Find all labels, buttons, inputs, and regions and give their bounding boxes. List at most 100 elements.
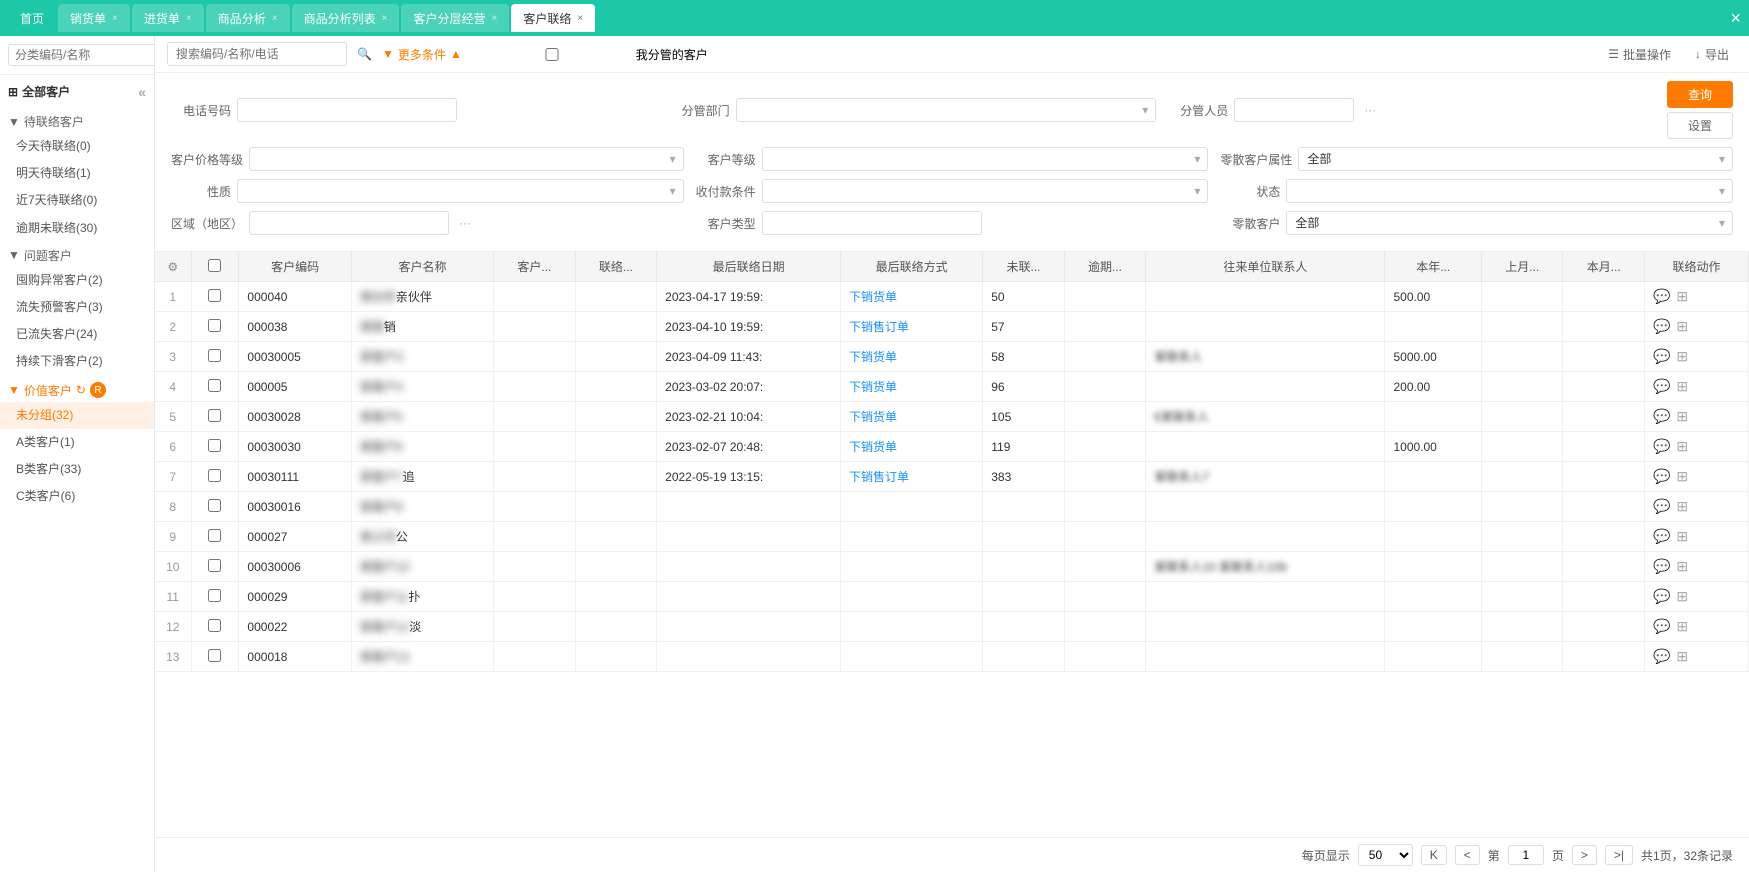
sidebar-item-7days[interactable]: 近7天待联络(0) (0, 187, 154, 214)
cell-checkbox[interactable] (191, 642, 239, 672)
cell-name[interactable]: 某销销 (351, 312, 493, 342)
gear-icon[interactable]: ⚙ (167, 260, 178, 274)
row-checkbox[interactable] (208, 319, 221, 332)
message-icon[interactable]: 💬 (1653, 498, 1670, 515)
cell-checkbox[interactable] (191, 342, 239, 372)
grid-action-icon[interactable]: ⊞ (1676, 288, 1688, 305)
message-icon[interactable]: 💬 (1653, 648, 1670, 665)
grid-action-icon[interactable]: ⊞ (1676, 318, 1688, 335)
grid-action-icon[interactable]: ⊞ (1676, 648, 1688, 665)
message-icon[interactable]: 💬 (1653, 438, 1670, 455)
select-all-checkbox[interactable] (208, 259, 221, 272)
sidebar-item-ungroup[interactable]: 未分组(32) (0, 402, 154, 429)
message-icon[interactable]: 💬 (1653, 528, 1670, 545)
tab-customer-tier-close[interactable]: × (491, 13, 497, 24)
grid-action-icon[interactable]: ⊞ (1676, 558, 1688, 575)
query-button[interactable]: 查询 (1667, 81, 1733, 108)
cell-last-method[interactable]: 下销货单 (841, 432, 983, 462)
customer-tier-select[interactable] (762, 147, 1209, 171)
status-select[interactable] (1286, 179, 1733, 203)
staff-input[interactable] (1234, 98, 1354, 122)
last-method-link[interactable]: 下销货单 (849, 440, 897, 454)
grid-action-icon[interactable]: ⊞ (1676, 528, 1688, 545)
sidebar-item-class-c[interactable]: C类客户(6) (0, 483, 154, 510)
message-icon[interactable]: 💬 (1653, 618, 1670, 635)
grid-action-icon[interactable]: ⊞ (1676, 378, 1688, 395)
grid-action-icon[interactable]: ⊞ (1676, 618, 1688, 635)
cell-last-method[interactable]: 下销货单 (841, 372, 983, 402)
cell-checkbox[interactable] (191, 522, 239, 552)
tab-sales[interactable]: 销货单 × (58, 4, 130, 32)
retail-attr-select[interactable]: 全部 (1298, 147, 1733, 171)
last-method-link[interactable]: 下销售订单 (849, 470, 909, 484)
first-page-btn[interactable]: K (1421, 845, 1447, 865)
cell-last-method[interactable] (841, 492, 983, 522)
row-checkbox[interactable] (208, 559, 221, 572)
last-page-btn[interactable]: >| (1605, 845, 1633, 865)
grid-action-icon[interactable]: ⊞ (1676, 438, 1688, 455)
grid-action-icon[interactable]: ⊞ (1676, 468, 1688, 485)
message-icon[interactable]: 💬 (1653, 348, 1670, 365)
grid-action-icon[interactable]: ⊞ (1676, 348, 1688, 365)
more-conditions-btn[interactable]: ▼ 更多条件 ▲ (382, 46, 462, 63)
sidebar-item-declining[interactable]: 持续下滑客户(2) (0, 348, 154, 375)
set-button[interactable]: 设置 (1667, 112, 1733, 139)
sidebar-search-input[interactable] (8, 44, 155, 66)
last-method-link[interactable]: 下销货单 (849, 350, 897, 364)
cell-name[interactable]: 某客户3 (351, 342, 493, 372)
cell-last-method[interactable] (841, 522, 983, 552)
tab-customer-contact[interactable]: 客户联络 × (511, 4, 595, 32)
sidebar-item-churn-warning[interactable]: 流失预警客户(3) (0, 294, 154, 321)
export-btn[interactable]: ↓ 导出 (1687, 43, 1737, 66)
customer-type-input[interactable] (762, 211, 982, 235)
prev-page-btn[interactable]: < (1455, 845, 1480, 865)
cell-last-method[interactable]: 下销货单 (841, 342, 983, 372)
cell-name[interactable]: 某客户8 (351, 492, 493, 522)
row-checkbox[interactable] (208, 589, 221, 602)
my-customers-checkbox[interactable]: 我分管的客户 (472, 46, 708, 63)
cell-name[interactable]: 某客户5 (351, 402, 493, 432)
last-method-link[interactable]: 下销货单 (849, 410, 897, 424)
tab-home[interactable]: 首页 (8, 4, 56, 32)
sidebar-group-problem[interactable]: ▼ 问题客户 (0, 242, 154, 267)
cell-checkbox[interactable] (191, 462, 239, 492)
tab-sales-close[interactable]: × (112, 13, 118, 24)
sidebar-group-pending[interactable]: ▼ 待联络客户 (0, 108, 154, 133)
cell-name[interactable]: 某客户11扑 (351, 582, 493, 612)
tab-customer-tier[interactable]: 客户分层经营 × (401, 4, 509, 32)
tab-goods-analysis-close[interactable]: × (272, 13, 278, 24)
cell-name[interactable]: 某客户13 (351, 642, 493, 672)
tab-goods-analysis-list[interactable]: 商品分析列表 × (292, 4, 400, 32)
cell-last-method[interactable]: 下销货单 (841, 402, 983, 432)
tab-goods-list-close[interactable]: × (382, 13, 388, 24)
row-checkbox[interactable] (208, 349, 221, 362)
my-customers-check[interactable] (472, 48, 632, 61)
batch-ops-btn[interactable]: ☰ 批量操作 (1600, 43, 1679, 66)
last-method-link[interactable]: 下销售订单 (849, 320, 909, 334)
tab-goods-analysis[interactable]: 商品分析 × (206, 4, 290, 32)
row-checkbox[interactable] (208, 469, 221, 482)
cell-name[interactable]: 某客户12淡 (351, 612, 493, 642)
cell-name[interactable]: 某伙伴亲伙伴 (351, 282, 493, 312)
message-icon[interactable]: 💬 (1653, 288, 1670, 305)
cell-checkbox[interactable] (191, 492, 239, 522)
region-more-icon[interactable]: ··· (455, 216, 475, 230)
message-icon[interactable]: 💬 (1653, 408, 1670, 425)
search-icon[interactable]: 🔍 (357, 47, 372, 61)
payment-select[interactable] (762, 179, 1209, 203)
cell-last-method[interactable]: 下销货单 (841, 282, 983, 312)
refresh-icon[interactable]: ↻ (76, 383, 86, 397)
tab-purchase-close[interactable]: × (186, 13, 192, 24)
last-method-link[interactable]: 下销货单 (849, 290, 897, 304)
tab-purchase[interactable]: 进货单 × (132, 4, 204, 32)
sidebar-item-overdue[interactable]: 逾期未联络(30) (0, 215, 154, 242)
cell-last-method[interactable] (841, 612, 983, 642)
row-checkbox[interactable] (208, 409, 221, 422)
page-input[interactable] (1508, 845, 1544, 865)
message-icon[interactable]: 💬 (1653, 468, 1670, 485)
cell-last-method[interactable] (841, 642, 983, 672)
cell-last-method[interactable]: 下销售订单 (841, 462, 983, 492)
row-checkbox[interactable] (208, 289, 221, 302)
sidebar-item-class-a[interactable]: A类客户(1) (0, 429, 154, 456)
row-checkbox[interactable] (208, 529, 221, 542)
